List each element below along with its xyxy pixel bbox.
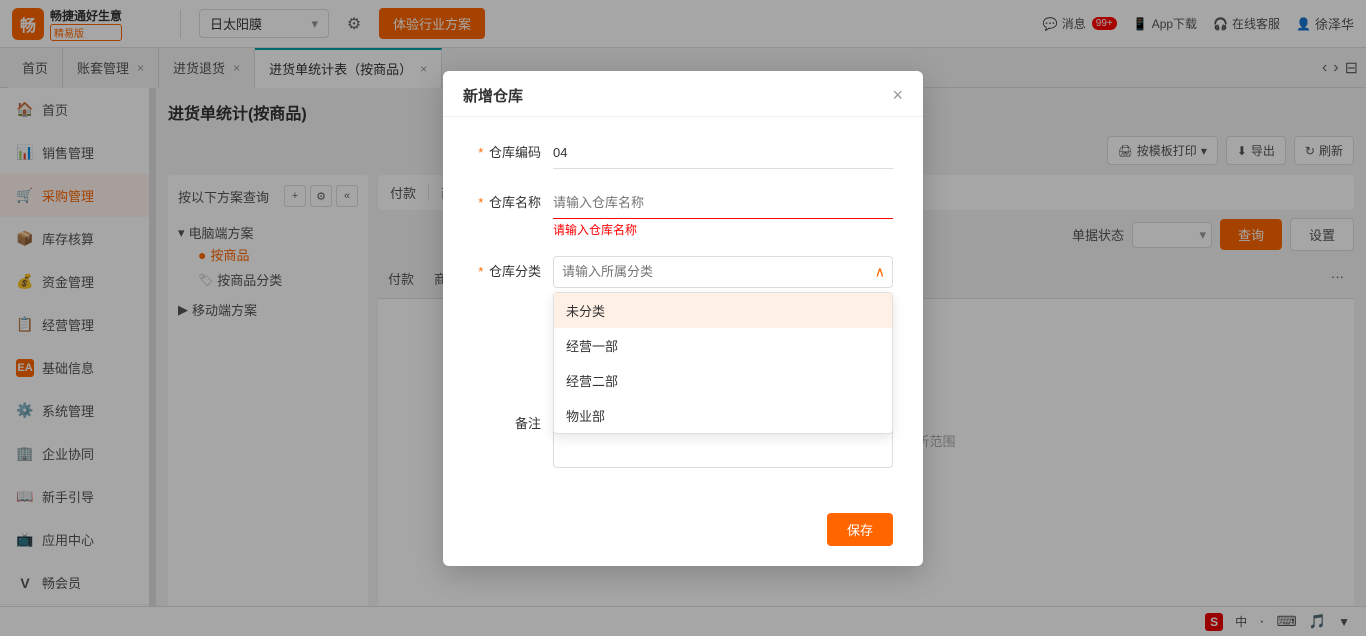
modal-close-button[interactable]: × [892, 85, 903, 106]
name-label: * 仓库名称 [473, 187, 553, 219]
name-field-row: * 仓库名称 请输入仓库名称 [473, 187, 893, 238]
modal-title: 新增仓库 [463, 85, 523, 106]
dropdown-option-property[interactable]: 物业部 [554, 398, 892, 433]
code-input-wrap [553, 137, 893, 169]
code-input[interactable] [553, 137, 893, 169]
note-label: 备注 [473, 408, 553, 440]
code-label: * 仓库编码 [473, 137, 553, 169]
category-dropdown: 未分类 经营一部 经营二部 物业部 [553, 292, 893, 434]
category-select-wrap: ∧ [553, 256, 893, 288]
category-input-wrap: ∧ 未分类 经营一部 经营二部 [553, 256, 893, 288]
modal-overlay: 新增仓库 × * 仓库编码 * [0, 0, 1366, 636]
modal-body: * 仓库编码 * 仓库名称 请输入仓库名称 [443, 117, 923, 509]
code-field-row: * 仓库编码 [473, 137, 893, 169]
dropdown-option-dept2[interactable]: 经营二部 [554, 363, 892, 398]
save-button[interactable]: 保存 [827, 513, 893, 546]
modal-header: 新增仓库 × [443, 71, 923, 117]
category-field-row: * 仓库分类 ∧ 未分类 [473, 256, 893, 288]
dropdown-option-dept1[interactable]: 经营一部 [554, 328, 892, 363]
category-input[interactable] [553, 256, 893, 288]
name-input[interactable] [553, 187, 893, 219]
name-input-wrap: 请输入仓库名称 [553, 187, 893, 238]
category-label: * 仓库分类 [473, 256, 553, 288]
name-error-message: 请输入仓库名称 [553, 221, 893, 238]
modal-footer: 保存 [443, 513, 923, 546]
new-warehouse-modal: 新增仓库 × * 仓库编码 * [443, 71, 923, 566]
dropdown-option-uncategorized[interactable]: 未分类 [554, 293, 892, 328]
